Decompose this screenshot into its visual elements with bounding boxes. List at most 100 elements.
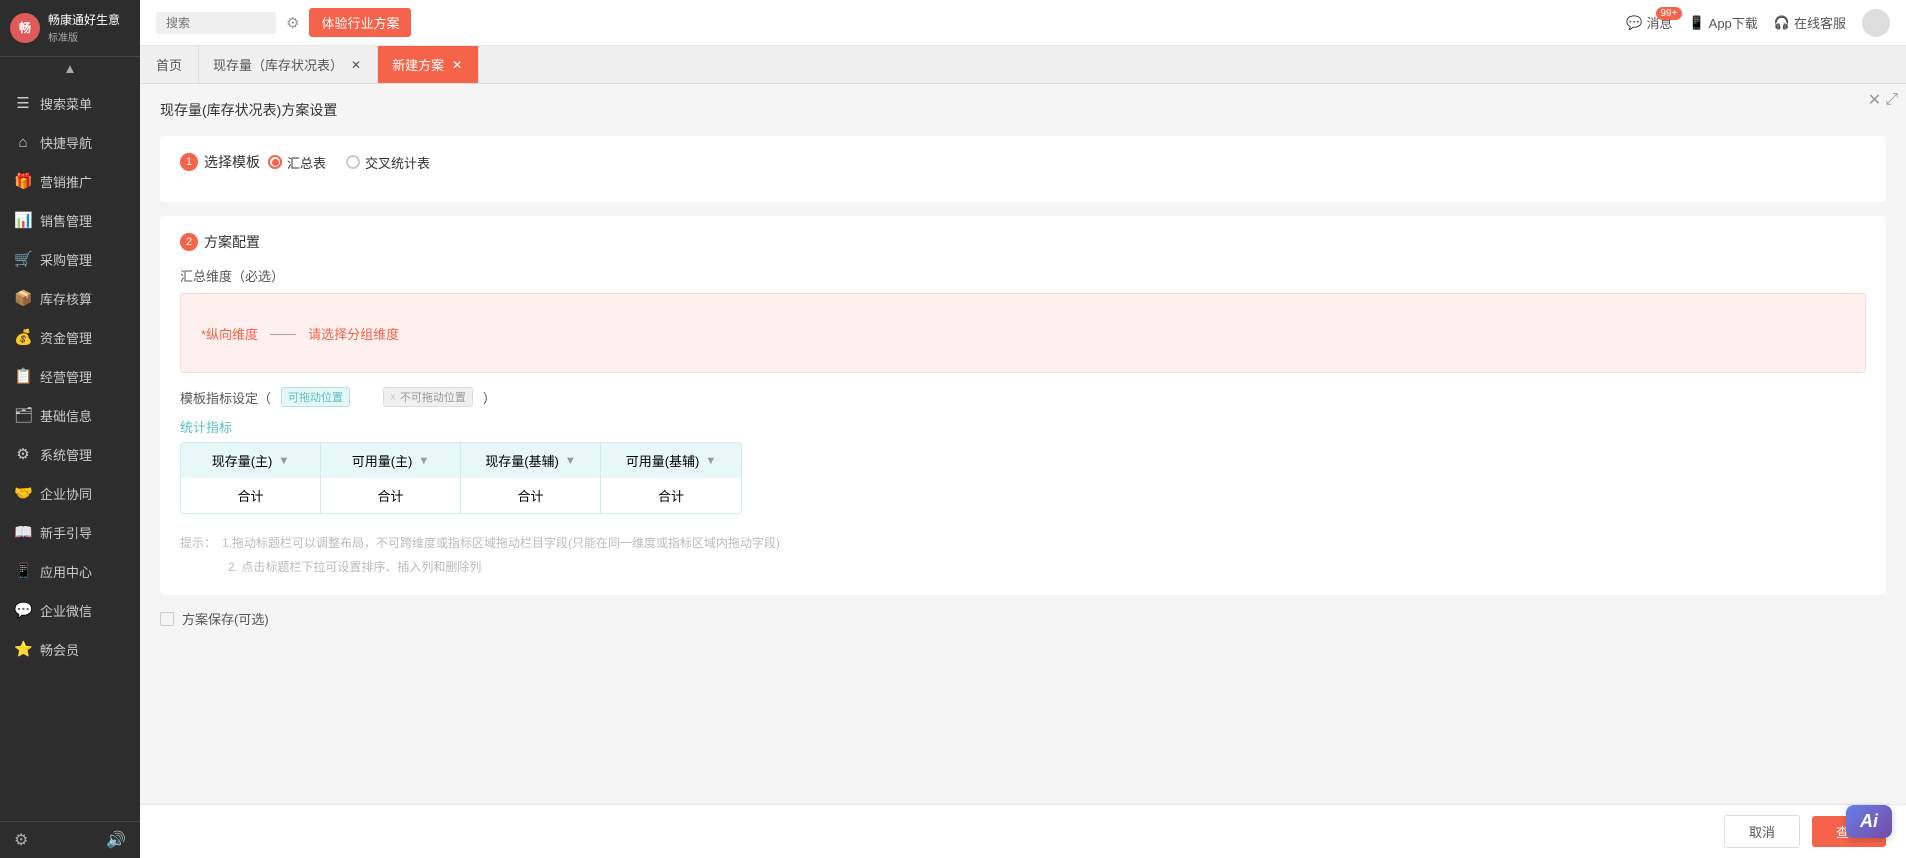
- hint-1: 提示： 1.拖动标题栏可以调整布局，不可跨维度或指标区域拖动栏目字段(只能在同一…: [180, 531, 1866, 555]
- message-icon: 💬: [1626, 15, 1642, 31]
- movable-badge: 可拖动位置: [281, 387, 350, 407]
- app-logo-icon: 畅: [10, 13, 40, 43]
- dimension-placeholder[interactable]: 请选择分组维度: [308, 324, 399, 343]
- sidebar-item-quick-nav[interactable]: ⌂快捷导航: [0, 123, 140, 162]
- cancel-button[interactable]: 取消: [1724, 815, 1800, 848]
- sidebar-item-search-menu[interactable]: ☰搜索菜单: [0, 84, 140, 123]
- step1-section: 1 选择模板 汇总表 交叉统计表: [160, 136, 1886, 202]
- topbar-right: 💬 消息 99+ 📱 App下载 🎧 在线客服: [1626, 9, 1890, 37]
- stats-agg-label: 合计: [237, 486, 263, 505]
- stats-title: 统计指标: [180, 417, 1866, 436]
- ai-badge[interactable]: Ai: [1846, 805, 1892, 838]
- radio-cross[interactable]: 交叉统计表: [346, 153, 430, 172]
- membership-icon: ⭐: [14, 640, 32, 658]
- sidebar-scroll-up[interactable]: ▲: [0, 57, 140, 80]
- trial-button[interactable]: 体验行业方案: [309, 8, 411, 37]
- membership-label: 畅会员: [40, 640, 79, 659]
- stats-agg-label: 合计: [517, 486, 543, 505]
- dimension-label: 汇总维度（必选）: [180, 266, 1866, 285]
- topbar-left: ⚙ 体验行业方案: [156, 8, 411, 37]
- sidebar-nav: ☰搜索菜单⌂快捷导航🎁营销推广📊销售管理🛒采购管理📦库存核算💰资金管理📋经营管理…: [0, 80, 140, 821]
- stats-header-col: 现存量(主)▼: [181, 443, 321, 478]
- cooperation-label: 企业协同: [40, 484, 92, 503]
- radio-summary[interactable]: 汇总表: [268, 153, 326, 172]
- chevron-down-icon[interactable]: ▼: [278, 455, 289, 467]
- chevron-down-icon[interactable]: ▼: [705, 455, 716, 467]
- purchase-label: 采购管理: [40, 250, 92, 269]
- stats-body-cell: 合计: [461, 478, 600, 513]
- app-download-btn[interactable]: 📱 App下载: [1688, 13, 1757, 32]
- tab-home[interactable]: 首页: [140, 46, 199, 83]
- tab-new-plan-close[interactable]: ✕: [450, 58, 464, 72]
- main-area: ⚙ 体验行业方案 💬 消息 99+ 📱 App下载 🎧 在线客服 首页 现存量（…: [140, 0, 1906, 858]
- page-title: 现存量(库存状况表)方案设置: [160, 100, 1886, 120]
- basics-label: 基础信息: [40, 406, 92, 425]
- tab-new-plan-label: 新建方案: [392, 55, 444, 74]
- system-icon: ⚙: [14, 445, 32, 463]
- stats-col-label: 现存量(基辅): [485, 451, 559, 470]
- indicator-label-text: 模板指标设定（: [180, 388, 271, 407]
- stats-header-cell[interactable]: 可用量(主)▼: [321, 443, 460, 478]
- operations-icon: 📋: [14, 367, 32, 385]
- inventory-label: 库存核算: [40, 289, 92, 308]
- stats-header-cell[interactable]: 现存量(基辅) ▼: [461, 443, 600, 478]
- step2-badge: 2: [180, 233, 198, 251]
- stats-header-col: 可用量(基辅) ▼: [601, 443, 741, 478]
- sidebar-item-finance[interactable]: 💰资金管理: [0, 318, 140, 357]
- search-input[interactable]: [156, 12, 276, 34]
- template-radio-group: 汇总表 交叉统计表: [268, 153, 430, 172]
- app-center-icon: 📱: [14, 562, 32, 580]
- dimension-box: *纵向维度 —— 请选择分组维度: [180, 293, 1866, 373]
- sidebar-logo: 畅 畅康通好生意 标准版: [0, 0, 140, 57]
- panel-controls: ✕ ⤢: [1860, 84, 1906, 116]
- message-btn[interactable]: 💬 消息 99+: [1626, 13, 1672, 32]
- sound-icon-btn[interactable]: 🔊: [106, 830, 126, 850]
- stats-body-col: 合计: [181, 478, 321, 513]
- tab-inventory-status-close[interactable]: ✕: [349, 58, 363, 72]
- stats-header-cell[interactable]: 现存量(主)▼: [181, 443, 320, 478]
- tab-new-plan[interactable]: 新建方案 ✕: [378, 46, 479, 83]
- search-menu-icon: ☰: [14, 94, 32, 112]
- stats-header-cell[interactable]: 可用量(基辅) ▼: [601, 443, 741, 478]
- bottombar: 取消 查询: [140, 804, 1906, 858]
- tab-inventory-status[interactable]: 现存量（库存状况表） ✕: [199, 46, 378, 83]
- finance-icon: 💰: [14, 328, 32, 346]
- sidebar-item-wechat[interactable]: 💬企业微信: [0, 591, 140, 630]
- online-service-btn[interactable]: 🎧 在线客服: [1774, 13, 1846, 32]
- chevron-down-icon[interactable]: ▼: [418, 455, 429, 467]
- sidebar-item-membership[interactable]: ⭐ 畅会员: [0, 630, 140, 669]
- panel-close-btn[interactable]: ✕: [1868, 90, 1881, 110]
- quick-nav-icon: ⌂: [14, 134, 32, 151]
- save-checkbox[interactable]: [160, 612, 174, 626]
- sidebar-item-cooperation[interactable]: 🤝 企业协同: [0, 474, 140, 513]
- cooperation-icon: 🤝: [14, 484, 32, 502]
- chevron-down-icon[interactable]: ▼: [565, 455, 576, 467]
- sidebar-item-sales[interactable]: 📊销售管理: [0, 201, 140, 240]
- sidebar-item-new-guide[interactable]: 📖新手引导: [0, 513, 140, 552]
- step1-badge: 1: [180, 153, 198, 171]
- stats-col-label: 可用量(基辅): [626, 451, 700, 470]
- sidebar-item-app-center[interactable]: 📱应用中心: [0, 552, 140, 591]
- step2-label: 方案配置: [204, 232, 260, 252]
- sidebar-item-system[interactable]: ⚙系统管理: [0, 435, 140, 474]
- stats-body-col: 合计: [601, 478, 741, 513]
- radio-cross-label: 交叉统计表: [365, 153, 430, 172]
- sidebar-item-marketing[interactable]: 🎁营销推广: [0, 162, 140, 201]
- stats-agg-label: 合计: [377, 486, 403, 505]
- wechat-label: 企业微信: [40, 601, 92, 620]
- user-avatar[interactable]: [1862, 9, 1890, 37]
- step2-header: 2 方案配置: [180, 232, 1866, 252]
- topbar: ⚙ 体验行业方案 💬 消息 99+ 📱 App下载 🎧 在线客服: [140, 0, 1906, 46]
- sidebar-item-inventory[interactable]: 📦库存核算: [0, 279, 140, 318]
- sidebar-item-operations[interactable]: 📋经营管理: [0, 357, 140, 396]
- content-area: ✕ ⤢ 现存量(库存状况表)方案设置 1 选择模板 汇总表 交叉统计表: [140, 84, 1906, 804]
- panel-expand-btn[interactable]: ⤢: [1885, 90, 1898, 110]
- settings-icon-btn[interactable]: ⚙: [14, 830, 28, 850]
- sidebar-item-purchase[interactable]: 🛒采购管理: [0, 240, 140, 279]
- sidebar-item-basics[interactable]: 🗂基础信息: [0, 396, 140, 435]
- gear-icon-btn[interactable]: ⚙: [286, 14, 299, 32]
- tabbar: 首页 现存量（库存状况表） ✕ 新建方案 ✕: [140, 46, 1906, 84]
- step1-label: 选择模板: [204, 152, 260, 172]
- headset-icon: 🎧: [1774, 15, 1790, 31]
- dimension-required: *纵向维度: [201, 324, 258, 343]
